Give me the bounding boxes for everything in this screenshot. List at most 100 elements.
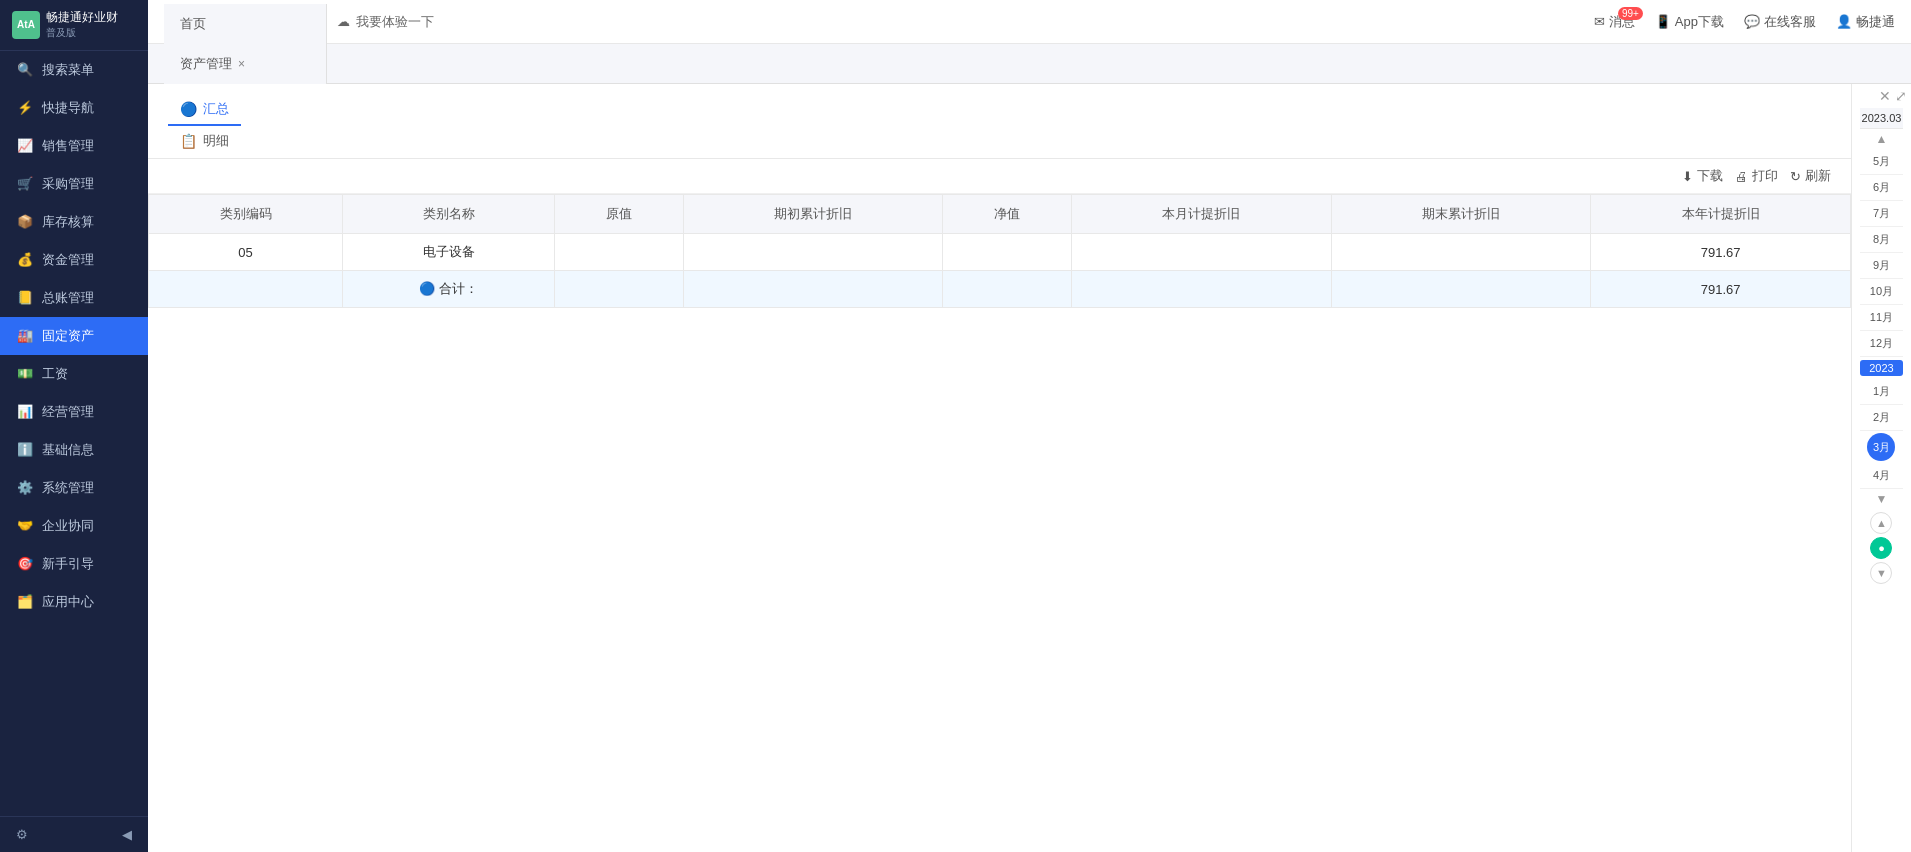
- table-cell: [683, 234, 943, 271]
- subtotal-cell: [1331, 271, 1591, 308]
- content-area: 🔵 汇总 📋 明细 ⬇ 下载 🖨 打印 ↻ 刷新: [148, 84, 1911, 852]
- date-month-item[interactable]: 5月: [1860, 149, 1904, 175]
- chevron-down-icon: ▼: [1876, 492, 1888, 506]
- subtotal-cell: 🔵合计：: [343, 271, 555, 308]
- sidebar-item-ledger[interactable]: 📒 总账管理: [0, 279, 148, 317]
- chevron-up-icon: ▲: [1876, 132, 1888, 146]
- sidebar-item-coop[interactable]: 🤝 企业协同: [0, 507, 148, 545]
- tab-close-asset-mgmt[interactable]: ×: [238, 57, 245, 71]
- date-panel-expand-icon[interactable]: ⤢: [1895, 88, 1907, 104]
- sidebar-item-inventory[interactable]: 📦 库存核算: [0, 203, 148, 241]
- subtab-label-summary: 汇总: [203, 100, 229, 118]
- download-icon: ⬇: [1682, 169, 1693, 184]
- table-cell: [943, 234, 1072, 271]
- depreciation-table: 类别编码类别名称原值期初累计折旧净值本月计提折旧期末累计折旧本年计提折旧 05电…: [148, 194, 1851, 308]
- tab-close-depreciation[interactable]: ×: [303, 97, 310, 111]
- inventory-icon: 📦: [16, 213, 34, 231]
- service-icon: 💬: [1744, 14, 1760, 29]
- tab-home[interactable]: 首页: [164, 4, 327, 44]
- download-button[interactable]: ⬇ 下载: [1682, 167, 1723, 185]
- sidebar-logo: AtA 畅捷通好业财 普及版: [0, 0, 148, 51]
- subtab-summary[interactable]: 🔵 汇总: [168, 94, 241, 126]
- message-button[interactable]: ✉ 消息 99+: [1594, 13, 1635, 31]
- table-cell: 电子设备: [343, 234, 555, 271]
- download-icon: 📱: [1655, 14, 1671, 29]
- sidebar-item-search[interactable]: 🔍 搜索菜单: [0, 51, 148, 89]
- basic-icon: ℹ️: [16, 441, 34, 459]
- sidebar-label-salary: 工资: [42, 365, 68, 383]
- subtotal-cell: [943, 271, 1072, 308]
- sidebar-item-system[interactable]: ⚙️ 系统管理: [0, 469, 148, 507]
- sidebar-item-operation[interactable]: 📊 经营管理: [0, 393, 148, 431]
- print-button[interactable]: 🖨 打印: [1735, 167, 1778, 185]
- operation-icon: 📊: [16, 403, 34, 421]
- ledger-icon: 📒: [16, 289, 34, 307]
- date-month-item[interactable]: 6月: [1860, 175, 1904, 201]
- date-month-item[interactable]: 2月: [1860, 405, 1904, 431]
- system-icon: ⚙️: [16, 479, 34, 497]
- app-logo-icon: AtA: [12, 11, 40, 39]
- tab-asset-mgmt[interactable]: 资产管理 ×: [164, 44, 327, 84]
- date-month-item[interactable]: 7月: [1860, 201, 1904, 227]
- table-header-cell: 类别名称: [343, 195, 555, 234]
- collapse-icon[interactable]: ◀: [122, 827, 132, 842]
- user-avatar-button[interactable]: 👤 畅捷通: [1836, 13, 1895, 31]
- date-panel-close-icon[interactable]: ✕: [1879, 88, 1891, 104]
- sidebar-label-appcenter: 应用中心: [42, 593, 94, 611]
- table-container: 类别编码类别名称原值期初累计折旧净值本月计提折旧期末累计折旧本年计提折旧 05电…: [148, 194, 1851, 852]
- quicknav-icon: ⚡: [16, 99, 34, 117]
- subtotal-row: 🔵合计： 791.67: [149, 271, 1851, 308]
- subtab-icon-detail: 📋: [180, 133, 197, 149]
- customer-service-button[interactable]: 💬 在线客服: [1744, 13, 1816, 31]
- table-header-cell: 期初累计折旧: [683, 195, 943, 234]
- date-month-item[interactable]: 12月: [1860, 331, 1904, 357]
- date-nav-up[interactable]: ▲: [1870, 512, 1892, 534]
- date-scroll-down[interactable]: ▼: [1860, 489, 1904, 509]
- main-area: 医疗器械行业演示 ▼ ⚙ ☁ 我要体验一下 ✉ 消息 99+ 📱 App下载 💬…: [148, 0, 1911, 852]
- sidebar-item-newbie[interactable]: 🎯 新手引导: [0, 545, 148, 583]
- sidebar-label-inventory: 库存核算: [42, 213, 94, 231]
- sidebar-label-operation: 经营管理: [42, 403, 94, 421]
- date-scroll-up[interactable]: ▲: [1860, 129, 1904, 149]
- date-month-item[interactable]: 9月: [1860, 253, 1904, 279]
- date-month-item[interactable]: 11月: [1860, 305, 1904, 331]
- date-month-item[interactable]: 8月: [1860, 227, 1904, 253]
- fixedasset-icon: 🏭: [16, 327, 34, 345]
- sidebar-item-basic[interactable]: ℹ️ 基础信息: [0, 431, 148, 469]
- sidebar-item-fixedasset[interactable]: 🏭 固定资产: [0, 317, 148, 355]
- app-download-button[interactable]: 📱 App下载: [1655, 13, 1724, 31]
- subtotal-cell: 791.67: [1591, 271, 1851, 308]
- refresh-button[interactable]: ↻ 刷新: [1790, 167, 1831, 185]
- sidebar-item-funds[interactable]: 💰 资金管理: [0, 241, 148, 279]
- date-nav-down[interactable]: ▼: [1870, 562, 1892, 584]
- date-year-label: 2023.03: [1860, 108, 1904, 129]
- settings-icon[interactable]: ⚙: [16, 827, 28, 842]
- table-cell: 791.67: [1591, 234, 1851, 271]
- table-header-cell: 期末累计折旧: [1331, 195, 1591, 234]
- date-nav-active[interactable]: ●: [1870, 537, 1892, 559]
- date-month-item[interactable]: 1月: [1860, 379, 1904, 405]
- table-header-cell: 本月计提折旧: [1071, 195, 1331, 234]
- date-active-month[interactable]: 3月: [1867, 433, 1895, 461]
- subtab-detail[interactable]: 📋 明细: [168, 126, 241, 158]
- sidebar-item-quicknav[interactable]: ⚡ 快捷导航: [0, 89, 148, 127]
- experience-button[interactable]: ☁ 我要体验一下: [337, 13, 434, 31]
- subtab-icon-summary: 🔵: [180, 101, 197, 117]
- date-month-item[interactable]: 4月: [1860, 463, 1904, 489]
- header-right: ✉ 消息 99+ 📱 App下载 💬 在线客服 👤 畅捷通: [1594, 13, 1895, 31]
- message-icon: ✉: [1594, 14, 1605, 29]
- message-badge: 99+: [1618, 7, 1643, 20]
- sidebar-label-sales: 销售管理: [42, 137, 94, 155]
- funds-icon: 💰: [16, 251, 34, 269]
- table-header-cell: 本年计提折旧: [1591, 195, 1851, 234]
- date-month-item[interactable]: 10月: [1860, 279, 1904, 305]
- sidebar-item-purchase[interactable]: 🛒 采购管理: [0, 165, 148, 203]
- sidebar-item-appcenter[interactable]: 🗂️ 应用中心: [0, 583, 148, 621]
- sidebar-label-search: 搜索菜单: [42, 61, 94, 79]
- sidebar-item-sales[interactable]: 📈 销售管理: [0, 127, 148, 165]
- date-year-tag: 2023: [1860, 360, 1904, 376]
- table-header-cell: 原值: [554, 195, 683, 234]
- sidebar-item-salary[interactable]: 💵 工资: [0, 355, 148, 393]
- date-panel: ✕ ⤢ 2023.03 ▲ 5月6月7月8月9月10月11月12月 2023 1月2月3…: [1851, 84, 1911, 852]
- sidebar-label-system: 系统管理: [42, 479, 94, 497]
